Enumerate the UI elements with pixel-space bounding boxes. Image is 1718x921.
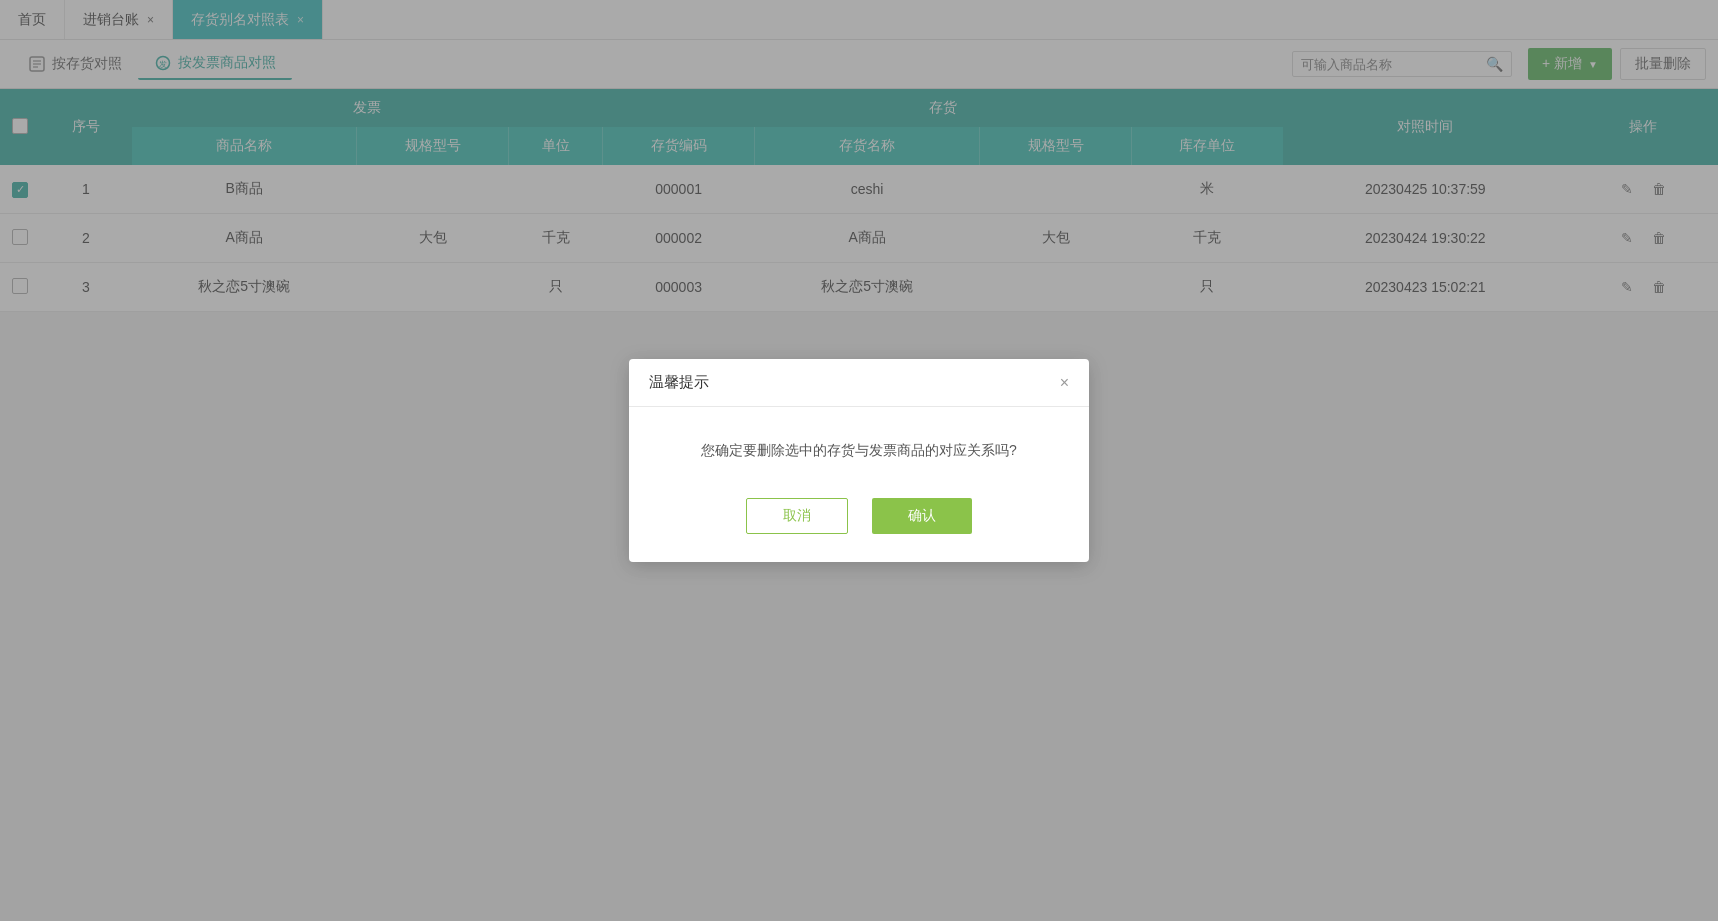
modal-overlay: 温馨提示 × 您确定要删除选中的存货与发票商品的对应关系吗? 取消 确认 [0, 0, 1718, 312]
